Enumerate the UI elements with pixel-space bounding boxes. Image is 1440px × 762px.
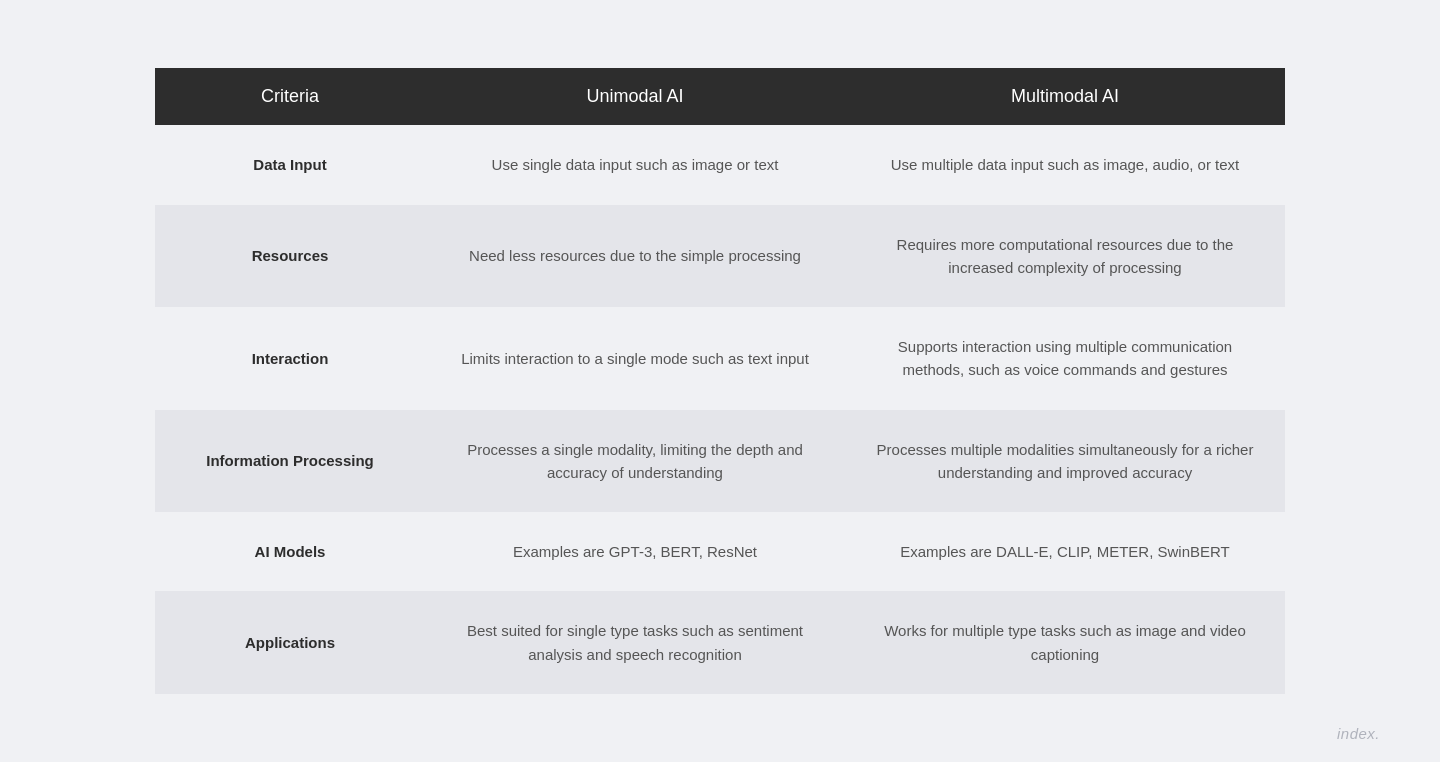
header-unimodal: Unimodal AI [425,68,845,125]
cell-multimodal: Use multiple data input such as image, a… [845,125,1285,204]
cell-multimodal: Processes multiple modalities simultaneo… [845,410,1285,513]
header-multimodal: Multimodal AI [845,68,1285,125]
header-row: Criteria Unimodal AI Multimodal AI [155,68,1285,125]
table-row: InteractionLimits interaction to a singl… [155,307,1285,410]
table-wrapper: Criteria Unimodal AI Multimodal AI Data … [155,68,1285,694]
table-row: ApplicationsBest suited for single type … [155,591,1285,694]
cell-criteria: Data Input [155,125,425,204]
cell-unimodal: Use single data input such as image or t… [425,125,845,204]
cell-criteria: Interaction [155,307,425,410]
cell-criteria: AI Models [155,512,425,591]
header-criteria: Criteria [155,68,425,125]
table-row: ResourcesNeed less resources due to the … [155,205,1285,308]
cell-unimodal: Examples are GPT-3, BERT, ResNet [425,512,845,591]
page-container: Criteria Unimodal AI Multimodal AI Data … [0,0,1440,762]
comparison-table: Criteria Unimodal AI Multimodal AI Data … [155,68,1285,694]
cell-criteria: Resources [155,205,425,308]
cell-unimodal: Processes a single modality, limiting th… [425,410,845,513]
cell-unimodal: Limits interaction to a single mode such… [425,307,845,410]
table-row: AI ModelsExamples are GPT-3, BERT, ResNe… [155,512,1285,591]
table-row: Data InputUse single data input such as … [155,125,1285,204]
watermark: index. [1337,725,1380,742]
cell-multimodal: Requires more computational resources du… [845,205,1285,308]
cell-criteria: Applications [155,591,425,694]
cell-unimodal: Best suited for single type tasks such a… [425,591,845,694]
cell-multimodal: Examples are DALL-E, CLIP, METER, SwinBE… [845,512,1285,591]
table-row: Information ProcessingProcesses a single… [155,410,1285,513]
cell-criteria: Information Processing [155,410,425,513]
cell-unimodal: Need less resources due to the simple pr… [425,205,845,308]
cell-multimodal: Works for multiple type tasks such as im… [845,591,1285,694]
cell-multimodal: Supports interaction using multiple comm… [845,307,1285,410]
